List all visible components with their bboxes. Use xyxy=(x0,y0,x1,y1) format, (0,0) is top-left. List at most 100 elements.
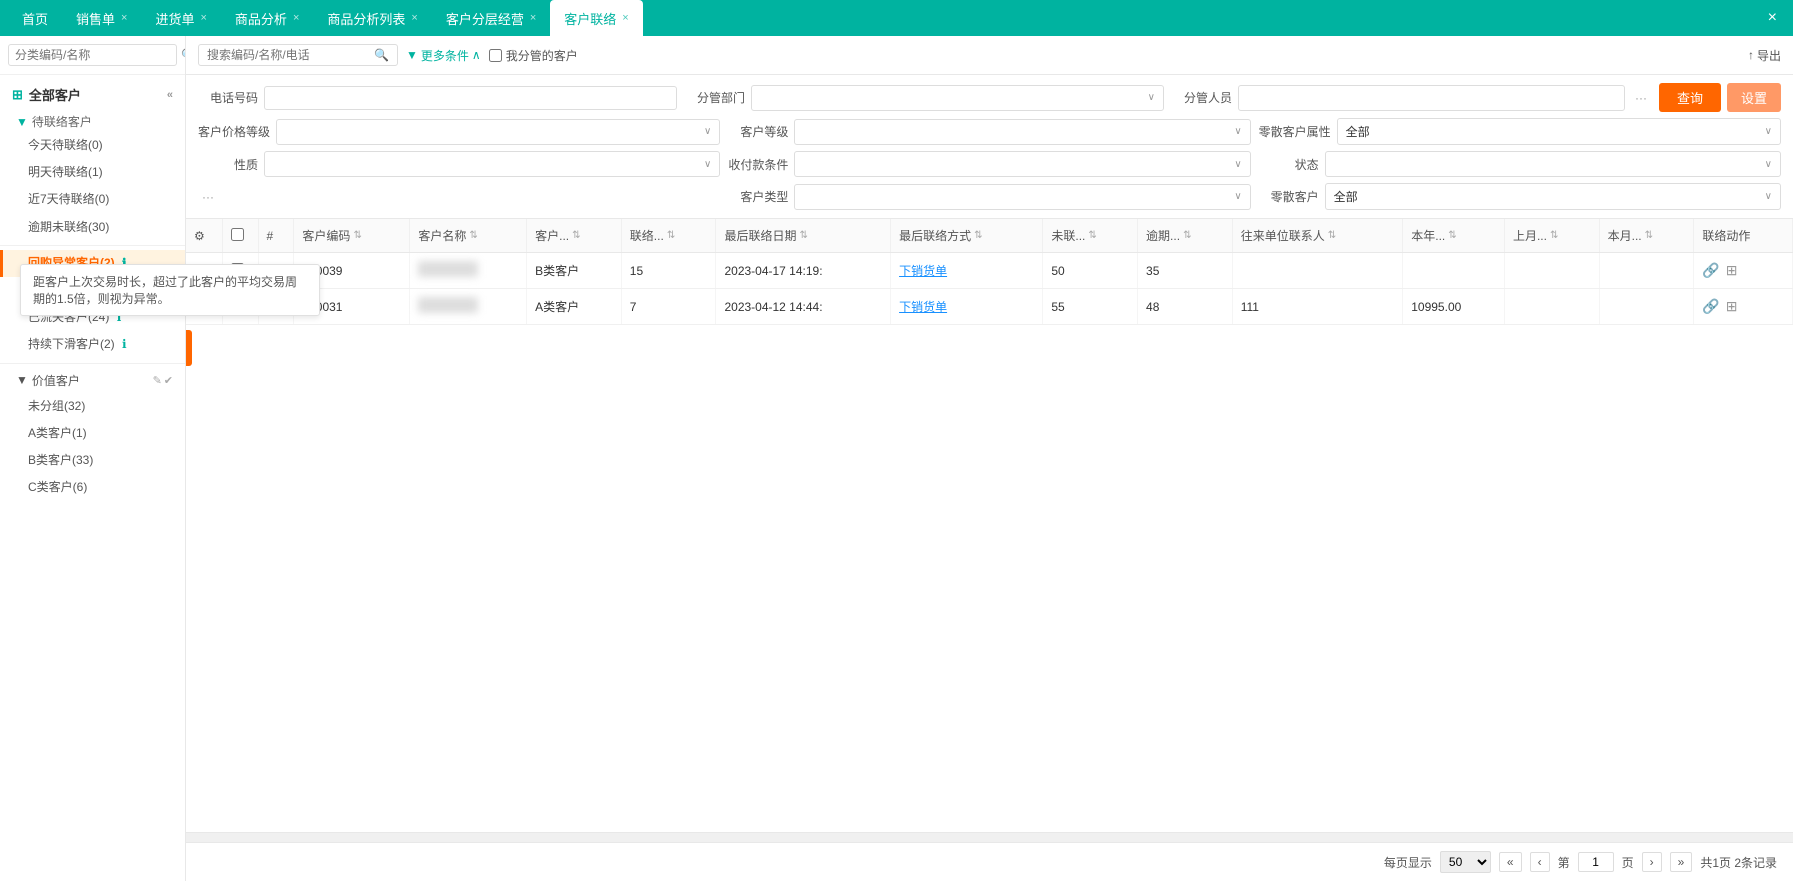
nav-purchase[interactable]: 进货单 × xyxy=(141,0,220,36)
th-settings[interactable]: ⚙ xyxy=(186,219,222,253)
sort-icon-lm[interactable]: ⇅ xyxy=(1550,230,1558,241)
edit-icon[interactable]: ✎ xyxy=(153,374,162,387)
filter-customer-type-select[interactable]: ∨ xyxy=(794,184,1250,210)
blurred-name-1 xyxy=(418,261,478,277)
sort-icon-over[interactable]: ⇅ xyxy=(1183,230,1191,241)
filter-payment-select[interactable]: ∨ xyxy=(794,151,1250,177)
td-contact-2: 7 xyxy=(621,289,716,325)
first-page-btn[interactable]: « xyxy=(1499,852,1522,872)
filter-status: 状态 ∨ xyxy=(1259,151,1781,177)
sidebar-item-a-class[interactable]: A类客户(1) xyxy=(0,420,185,447)
pagination: 每页显示 50 20 100 « ‹ 第 页 › » 共1页 2条记录 xyxy=(186,842,1793,881)
th-uncontact: 未联...⇅ xyxy=(1043,219,1138,253)
filter-manager-label: 分管人员 xyxy=(1172,89,1232,106)
nav-customer-contact-close[interactable]: × xyxy=(622,12,628,24)
filter-icon: ▼ xyxy=(406,48,418,62)
filter-row-1: 电话号码 分管部门 ∨ 分管人员 ··· xyxy=(198,83,1781,112)
action-link-icon-1[interactable]: 🔗 xyxy=(1702,262,1719,279)
query-button[interactable]: 查询 xyxy=(1659,83,1721,112)
nav-home[interactable]: 首页 xyxy=(8,0,62,36)
export-button[interactable]: ↑ 导出 xyxy=(1748,47,1781,64)
per-page-select[interactable]: 50 20 100 xyxy=(1440,851,1491,873)
filter-customer-level-select[interactable]: ∨ xyxy=(794,119,1250,145)
nav-analysis-list-close[interactable]: × xyxy=(411,12,417,24)
nav-customer-tier-close[interactable]: × xyxy=(530,12,536,24)
sidebar-all-customers[interactable]: ⊞ 全部客户 « xyxy=(0,81,185,108)
sidebar-item-b-class[interactable]: B类客户(33) xyxy=(0,447,185,474)
prev-page-btn[interactable]: ‹ xyxy=(1530,852,1550,872)
th-category: 客户...⇅ xyxy=(527,219,622,253)
toolbar-search-input[interactable] xyxy=(207,48,370,62)
sidebar-item-tomorrow[interactable]: 明天待联络(1) xyxy=(0,159,185,186)
nav-customer-tier[interactable]: 客户分层经营 × xyxy=(432,0,550,36)
sort-icon-cat[interactable]: ⇅ xyxy=(572,230,580,241)
filter-retail-customer-label: 零散客户 xyxy=(1259,188,1319,205)
sidebar: 🔍 ⊞ 全部客户 « ▼ 待联络客户 今天待联络(0) 明天待联络(1) 近7天… xyxy=(0,36,186,881)
filter-dots-2: ··· xyxy=(202,190,214,204)
last-page-btn[interactable]: » xyxy=(1670,852,1693,872)
toolbar-search-icon[interactable]: 🔍 xyxy=(374,48,389,62)
settings-button[interactable]: 设置 xyxy=(1727,83,1781,112)
td-category-2: A类客户 xyxy=(527,289,622,325)
nav-analysis-close[interactable]: × xyxy=(293,12,299,24)
sort-icon-contact[interactable]: ⇅ xyxy=(667,230,675,241)
last-way-link-1[interactable]: 下销货单 xyxy=(899,264,947,278)
sidebar-item-declining[interactable]: 持续下滑客户(2) ℹ xyxy=(0,331,185,358)
my-customers-checkbox[interactable] xyxy=(489,49,502,62)
blurred-name-2 xyxy=(418,297,478,313)
page-number-input[interactable] xyxy=(1578,852,1614,872)
select-all-checkbox[interactable] xyxy=(231,228,244,241)
th-action: 联络动作 xyxy=(1694,219,1793,253)
filter-retail-customer: 零散客户 全部 ∨ xyxy=(1259,183,1781,210)
filter-phone-input[interactable] xyxy=(264,86,677,110)
filter-dept-select[interactable]: ∨ xyxy=(751,85,1164,111)
sort-icon-tm[interactable]: ⇅ xyxy=(1645,230,1653,241)
filter-status-label: 状态 xyxy=(1259,156,1319,173)
window-close-button[interactable]: × xyxy=(1760,9,1785,27)
nav-sales-close[interactable]: × xyxy=(121,12,127,24)
sort-icon-name[interactable]: ⇅ xyxy=(469,230,477,241)
filter-payment: 收付款条件 ∨ xyxy=(728,151,1250,177)
sort-icon-way[interactable]: ⇅ xyxy=(974,230,982,241)
filter-retail-customer-select[interactable]: 全部 ∨ xyxy=(1325,183,1781,210)
sort-icon-yr[interactable]: ⇅ xyxy=(1448,230,1456,241)
nav-purchase-close[interactable]: × xyxy=(200,12,206,24)
filter-price-select[interactable]: ∨ xyxy=(276,119,720,145)
th-name: 客户名称⇅ xyxy=(410,219,527,253)
nav-customer-contact[interactable]: 客户联络 × xyxy=(550,0,642,36)
sidebar-group-value[interactable]: ▼ 价值客户 ✎ ✔ xyxy=(0,368,185,393)
sidebar-item-c-class[interactable]: C类客户(6) xyxy=(0,474,185,501)
export-icon: ↑ xyxy=(1748,48,1754,62)
sort-icon-unit[interactable]: ⇅ xyxy=(1328,230,1336,241)
nav-analysis[interactable]: 商品分析 × xyxy=(221,0,313,36)
sort-icon-date[interactable]: ⇅ xyxy=(799,230,807,241)
th-unit-contacts: 往来单位联系人⇅ xyxy=(1232,219,1403,253)
sort-icon-code[interactable]: ⇅ xyxy=(353,230,361,241)
more-conditions-btn[interactable]: ▼ 更多条件 ∧ xyxy=(406,47,481,64)
td-last-way-2: 下销货单 xyxy=(891,289,1043,325)
next-page-btn[interactable]: › xyxy=(1642,852,1662,872)
sidebar-search-row: 🔍 xyxy=(0,36,185,75)
filter-status-select[interactable]: ∨ xyxy=(1325,151,1781,177)
sidebar-item-ungroup[interactable]: 未分组(32) xyxy=(0,393,185,420)
sort-icon-unc[interactable]: ⇅ xyxy=(1088,230,1096,241)
sidebar-search-input[interactable] xyxy=(8,44,177,66)
td-last-month-2 xyxy=(1504,289,1599,325)
filter-nature-select[interactable]: ∨ xyxy=(264,151,720,177)
sidebar-item-7days[interactable]: 近7天待联络(0) xyxy=(0,186,185,213)
action-link-icon-2[interactable]: 🔗 xyxy=(1702,298,1719,315)
h-scrollbar[interactable] xyxy=(186,832,1793,842)
action-grid-icon-2[interactable]: ⊞ xyxy=(1726,298,1738,315)
last-way-link-2[interactable]: 下销货单 xyxy=(899,300,947,314)
page-suffix: 页 xyxy=(1622,854,1634,871)
filter-price-level: 客户价格等级 ∨ xyxy=(198,119,720,145)
action-grid-icon-1[interactable]: ⊞ xyxy=(1726,262,1738,279)
sidebar-item-today[interactable]: 今天待联络(0) xyxy=(0,132,185,159)
nav-sales[interactable]: 销售单 × xyxy=(62,0,141,36)
td-last-month-1 xyxy=(1504,253,1599,289)
filter-manager-select[interactable] xyxy=(1238,85,1625,111)
sidebar-item-overdue[interactable]: 逾期未联络(30) xyxy=(0,214,185,241)
filter-retail-attr-select[interactable]: 全部 ∨ xyxy=(1337,118,1781,145)
nav-analysis-list[interactable]: 商品分析列表 × xyxy=(313,0,431,36)
sidebar-collapse-btn[interactable]: « xyxy=(167,89,173,101)
